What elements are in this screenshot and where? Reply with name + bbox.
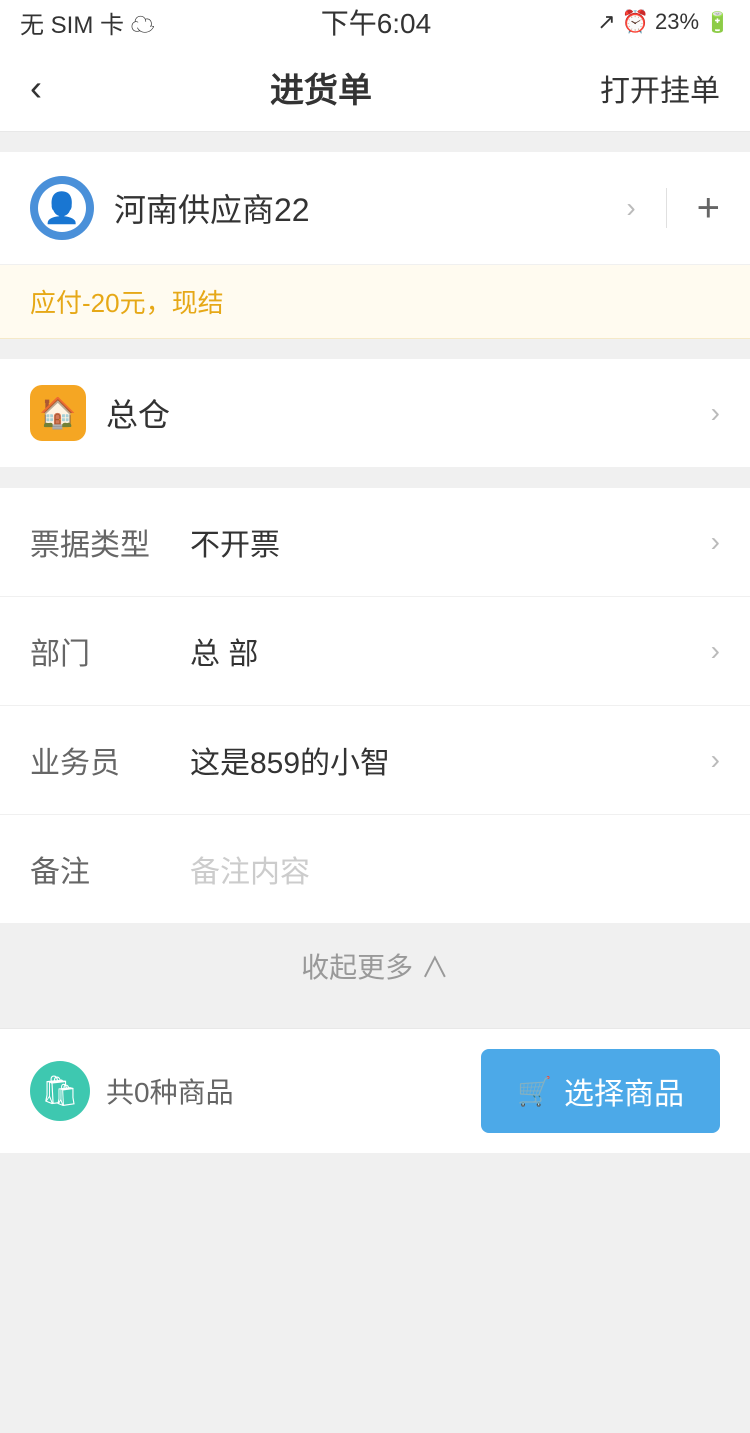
add-supplier-button[interactable]: + [697, 186, 720, 231]
remark-input[interactable]: 备注内容 [170, 847, 720, 891]
notice-banner: 应付-20元，现结 [0, 265, 750, 339]
back-button[interactable]: ‹ [30, 67, 42, 109]
chevron-right-icon: › [711, 635, 720, 667]
status-right: ↗ ⏰ 23% 🔋 [597, 9, 730, 35]
chevron-right-icon: › [711, 744, 720, 776]
status-bar: 无 SIM 卡 ☁ 下午6:04 ↗ ⏰ 23% 🔋 [0, 0, 750, 44]
chevron-right-icon: › [626, 192, 635, 224]
form-section: 票据类型 不开票 › 部门 总 部 › 业务员 这是859的小智 › 备注 备注… [0, 488, 750, 924]
bottom-bar: 🛍 共0种商品 🛒 选择商品 [0, 1028, 750, 1153]
supplier-name: 河南供应商22 [114, 185, 626, 231]
invoice-row[interactable]: 票据类型 不开票 › [0, 488, 750, 597]
invoice-value: 不开票 [170, 520, 711, 564]
bag-icon: 🛍 [41, 1074, 79, 1109]
dept-label: 部门 [30, 629, 170, 673]
status-left: 无 SIM 卡 ☁ [20, 5, 155, 40]
select-product-label: 选择商品 [564, 1069, 684, 1113]
vertical-separator [666, 188, 667, 228]
supplier-row[interactable]: 👤 河南供应商22 › + [0, 152, 750, 265]
home-icon: 🏠 [39, 396, 76, 431]
warehouse-name: 总仓 [106, 390, 711, 436]
salesman-row[interactable]: 业务员 这是859的小智 › [0, 706, 750, 815]
nav-bar: ‹ 进货单 打开挂单 [0, 44, 750, 132]
salesman-label: 业务员 [30, 738, 170, 782]
battery-text: 23% [655, 9, 699, 35]
alarm-icon: ⏰ [622, 9, 649, 35]
collapse-button[interactable]: 收起更多 ∧ [0, 924, 750, 1008]
cart-icon: 🛒 [517, 1075, 552, 1108]
product-count-area: 🛍 共0种商品 [30, 1061, 234, 1121]
supplier-avatar: 👤 [30, 176, 94, 240]
divider-3 [0, 468, 750, 488]
divider-1 [0, 132, 750, 152]
remark-label: 备注 [30, 847, 170, 891]
open-pending-button[interactable]: 打开挂单 [600, 66, 720, 110]
divider-4 [0, 1008, 750, 1028]
divider-2 [0, 339, 750, 359]
dept-row[interactable]: 部门 总 部 › [0, 597, 750, 706]
warehouse-icon: 🏠 [30, 385, 86, 441]
signal-text: 无 SIM 卡 ☁ [20, 5, 155, 40]
dept-value: 总 部 [170, 629, 711, 673]
product-count-text: 共0种商品 [106, 1071, 234, 1111]
salesman-value: 这是859的小智 [170, 738, 711, 782]
product-icon-circle: 🛍 [30, 1061, 90, 1121]
person-icon: 👤 [43, 191, 80, 226]
remark-row[interactable]: 备注 备注内容 [0, 815, 750, 924]
location-icon: ↗ [597, 9, 615, 35]
warehouse-row[interactable]: 🏠 总仓 › [0, 359, 750, 468]
page-title: 进货单 [270, 63, 372, 112]
page-background [0, 1153, 750, 1433]
battery-icon: 🔋 [705, 10, 730, 35]
select-product-button[interactable]: 🛒 选择商品 [481, 1049, 720, 1133]
invoice-label: 票据类型 [30, 520, 170, 564]
status-time: 下午6:04 [321, 2, 432, 42]
supplier-actions: › + [626, 186, 720, 231]
chevron-right-icon: › [711, 397, 720, 429]
chevron-right-icon: › [711, 526, 720, 558]
